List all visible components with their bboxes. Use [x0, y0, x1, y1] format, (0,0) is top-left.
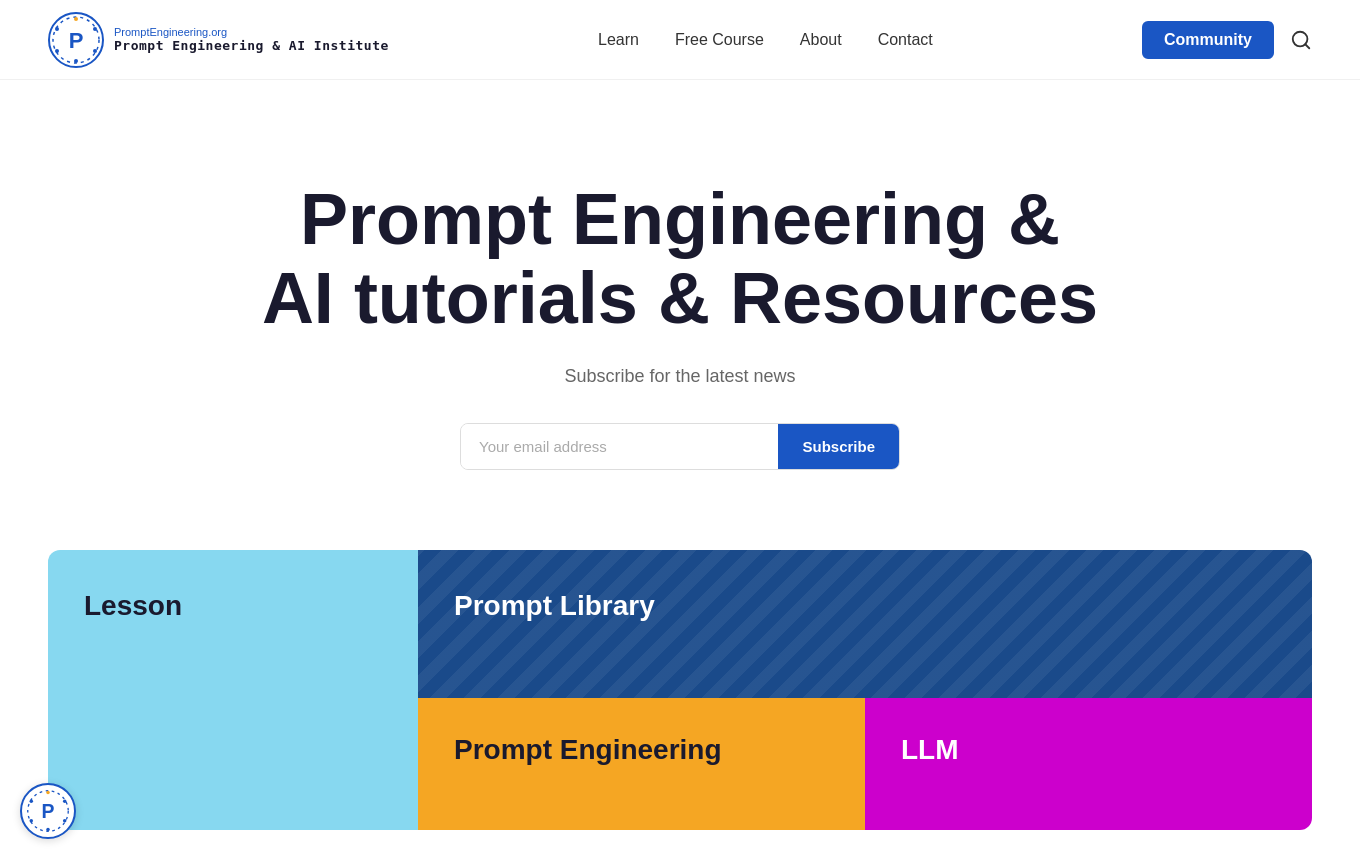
svg-point-14 — [63, 819, 67, 823]
card-bottom-row: Prompt Engineering LLM — [418, 698, 1312, 830]
svg-point-5 — [74, 59, 78, 63]
hero-title-line2: AI tutorials & Resources — [262, 258, 1098, 338]
prompt-library-card-title: Prompt Library — [454, 590, 655, 621]
card-prompt-engineering[interactable]: Prompt Engineering — [418, 698, 865, 830]
nav-right: Community — [1142, 21, 1312, 59]
navbar: P PromptEngineering.org Prompt Engineeri… — [0, 0, 1360, 80]
nav-link-about[interactable]: About — [800, 31, 842, 49]
svg-point-17 — [30, 800, 34, 804]
svg-point-7 — [55, 27, 59, 31]
nav-link-learn[interactable]: Learn — [598, 31, 639, 49]
logo-domain: PromptEngineering.org — [114, 26, 389, 38]
logo-text: PromptEngineering.org Prompt Engineering… — [114, 26, 389, 53]
cards-section: Lesson Prompt Library Prompt Engineering… — [0, 550, 1360, 830]
card-prompt-library[interactable]: Prompt Library — [418, 550, 1312, 698]
community-button[interactable]: Community — [1142, 21, 1274, 59]
svg-point-3 — [93, 27, 97, 31]
llm-card-title: LLM — [901, 734, 1276, 766]
logo[interactable]: P PromptEngineering.org Prompt Engineeri… — [48, 12, 389, 68]
svg-point-6 — [55, 49, 59, 53]
svg-point-4 — [93, 49, 97, 53]
hero-subtitle: Subscribe for the latest news — [564, 366, 795, 387]
svg-text:P: P — [69, 28, 84, 53]
nav-link-free-course[interactable]: Free Course — [675, 31, 764, 49]
lesson-card-title: Lesson — [84, 590, 382, 622]
card-lesson[interactable]: Lesson — [48, 550, 418, 830]
email-input[interactable] — [461, 424, 778, 469]
floating-logo[interactable]: P — [20, 783, 76, 839]
card-llm[interactable]: LLM — [865, 698, 1312, 830]
hero-title-line1: Prompt Engineering & — [300, 179, 1060, 259]
logo-tagline: Prompt Engineering & AI Institute — [114, 38, 389, 53]
svg-point-15 — [46, 828, 50, 832]
prompt-engineering-card-title: Prompt Engineering — [454, 734, 829, 766]
nav-link-contact[interactable]: Contact — [878, 31, 933, 49]
subscribe-form: Subscribe — [460, 423, 900, 470]
svg-point-12 — [46, 791, 50, 795]
nav-links: Learn Free Course About Contact — [598, 31, 933, 49]
svg-line-9 — [1305, 44, 1309, 48]
hero-title: Prompt Engineering & AI tutorials & Reso… — [262, 180, 1098, 338]
svg-point-13 — [63, 800, 67, 804]
svg-point-2 — [74, 17, 78, 21]
logo-icon: P — [48, 12, 104, 68]
subscribe-button[interactable]: Subscribe — [778, 424, 899, 469]
svg-point-16 — [30, 819, 34, 823]
search-button[interactable] — [1290, 29, 1312, 51]
svg-text:P: P — [42, 800, 55, 822]
hero-section: Prompt Engineering & AI tutorials & Reso… — [0, 80, 1360, 550]
